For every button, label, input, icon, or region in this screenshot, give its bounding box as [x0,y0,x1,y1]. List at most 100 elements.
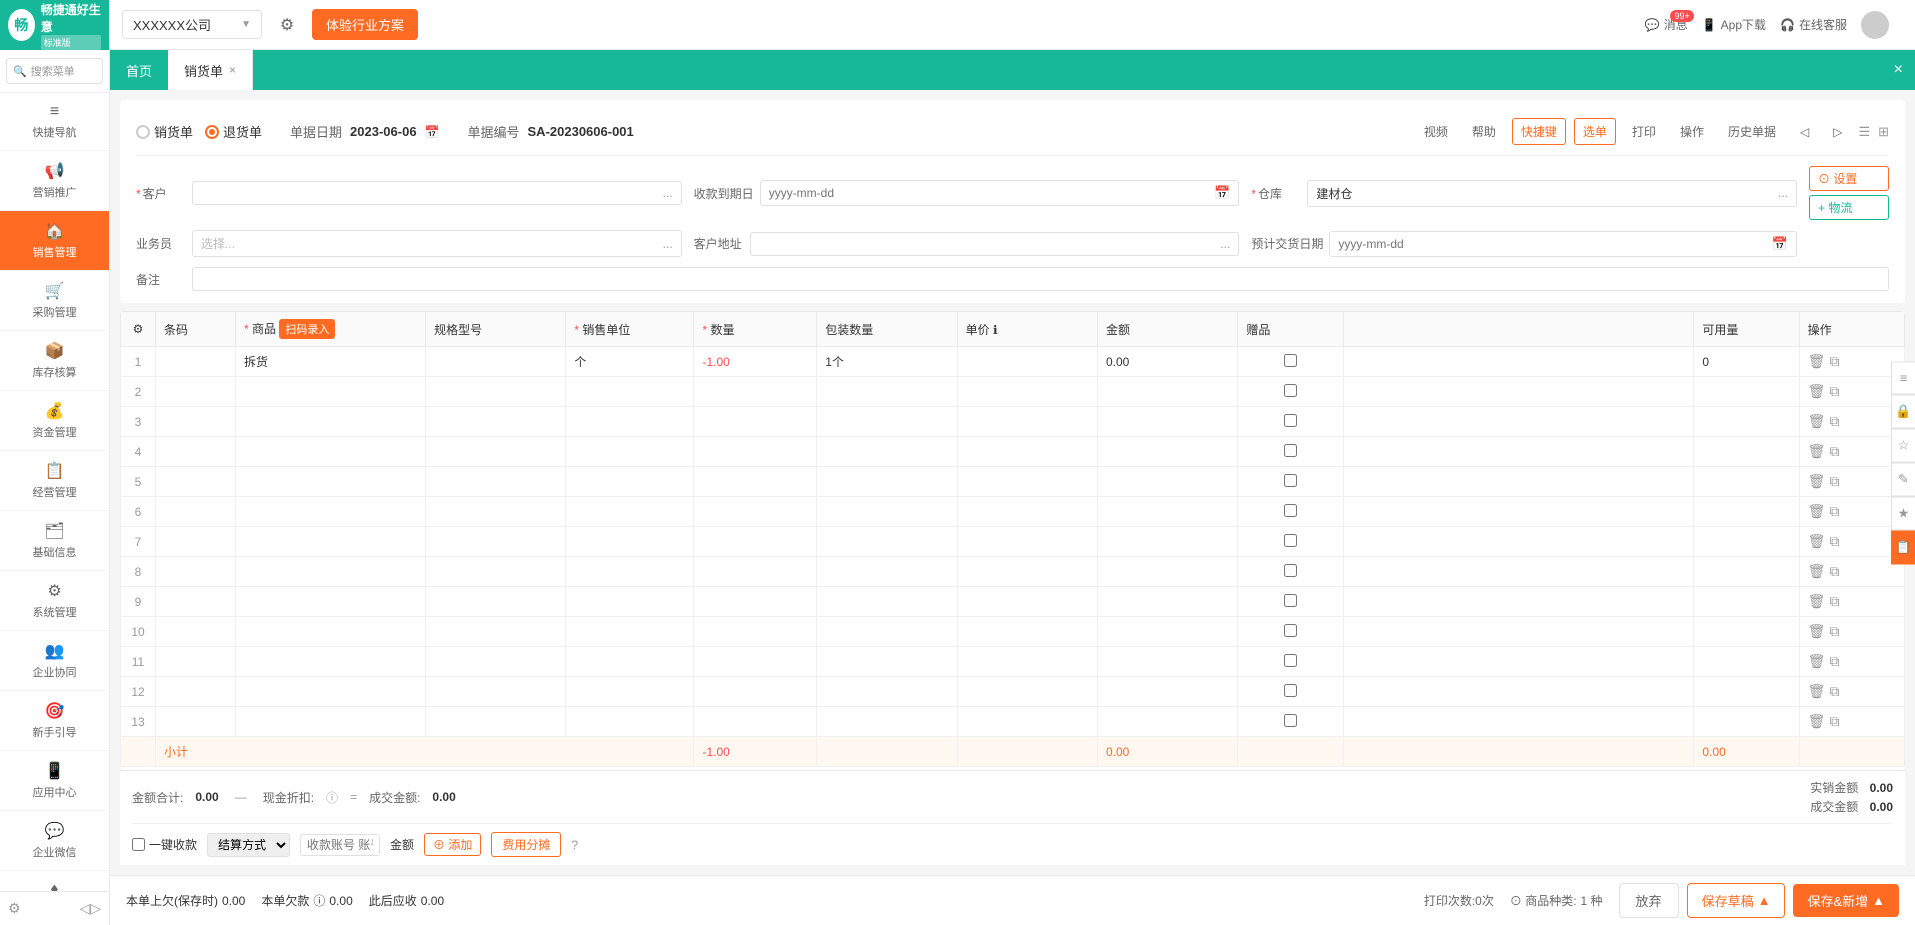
calendar-icon[interactable]: 📅 [425,125,440,139]
global-settings-button[interactable]: ⚙ [272,10,302,40]
row-1-product[interactable]: 拆货 [236,347,426,377]
collapse-button[interactable]: ◁▷ [79,900,101,917]
due-date-calendar-icon[interactable]: 📅 [1214,185,1230,201]
onepay-checkbox[interactable] [132,838,145,851]
ops-button[interactable]: 操作 [1672,119,1712,144]
debt-help-icon[interactable]: ⓘ [313,892,325,909]
row-2-delete-button[interactable]: 🗑 [1808,383,1826,400]
customer-picker-icon[interactable]: ... [663,186,673,200]
row-1-pkgqty[interactable]: 1个 [817,347,957,377]
onepay-checkbox-label[interactable]: 一键收款 [132,836,197,853]
side-tool-1[interactable]: ≡ [1891,361,1915,394]
delivery-date-calendar-icon[interactable]: 📅 [1772,236,1788,252]
row-5-copy-button[interactable]: ⧉ [1829,473,1839,490]
row-1-copy-button[interactable]: ⧉ [1829,353,1839,370]
row-10-copy-button[interactable]: ⧉ [1829,623,1839,640]
save-draft-button[interactable]: 保存草稿 ▲ [1687,883,1786,918]
side-tool-2[interactable]: 🔒 [1891,394,1915,428]
search-menu-button[interactable]: 🔍 搜索菜单 [6,58,103,84]
row-6-copy-button[interactable]: ⧉ [1829,503,1839,520]
row-1-amount[interactable]: 0.00 [1097,347,1237,377]
side-tool-5[interactable]: ★ [1891,496,1915,530]
row-1-gift[interactable] [1238,347,1343,377]
row-3-delete-button[interactable]: 🗑 [1808,413,1826,430]
row-12-delete-button[interactable]: 🗑 [1808,683,1826,700]
side-tool-6[interactable]: 📋 [1891,530,1915,564]
sidebar-item-system[interactable]: ⚙ 系统管理 [0,571,109,631]
online-service-action[interactable]: 🎧 在线客服 [1780,16,1847,33]
print-button[interactable]: 打印 [1624,119,1664,144]
app-download-action[interactable]: 📱 App下载 [1702,16,1766,33]
sales-order-radio[interactable]: 销货单 [136,122,193,141]
save-new-button[interactable]: 保存&新增 ▲ [1793,884,1899,917]
due-date-input[interactable]: 📅 [760,180,1240,206]
sidebar-item-marketing[interactable]: 📢 营销推广 [0,151,109,211]
row-4-copy-button[interactable]: ⧉ [1829,443,1839,460]
sidebar-item-guide[interactable]: 🎯 新手引导 [0,691,109,751]
sidebar-item-member[interactable]: ♦ 畅会员 [0,871,109,891]
pay-account-input[interactable] [300,834,380,856]
delivery-date-text[interactable] [1338,237,1767,251]
row-9-copy-button[interactable]: ⧉ [1829,593,1839,610]
trial-button[interactable]: 体验行业方案 [312,9,418,40]
row-1-qty[interactable]: -1.00 [694,347,817,377]
row-1-price[interactable] [957,347,1097,377]
row-7-gift-checkbox[interactable] [1284,534,1297,547]
view-toggle-grid[interactable]: ⊞ [1878,124,1889,140]
discount-help-icon[interactable]: ⓘ [326,789,338,806]
company-selector[interactable]: XXXXXX公司 ▼ [122,10,262,39]
row-11-gift-checkbox[interactable] [1284,654,1297,667]
add-payment-button[interactable]: ⊕ 添加 [424,833,481,856]
discard-button[interactable]: 放弃 [1619,883,1679,918]
row-2-gift-checkbox[interactable] [1284,384,1297,397]
pay-method-select[interactable]: 结算方式 [207,833,290,857]
help-button[interactable]: 帮助 [1464,119,1504,144]
sidebar-item-appcenter[interactable]: 📱 应用中心 [0,751,109,811]
sidebar-item-sales[interactable]: 🏠 销售管理 [0,211,109,271]
row-1-spec[interactable] [426,347,566,377]
tab-home[interactable]: 首页 [110,50,168,90]
row-7-copy-button[interactable]: ⧉ [1829,533,1839,550]
sidebar-item-purchase[interactable]: 🛒 采购管理 [0,271,109,331]
close-all-tabs-button[interactable]: × [1882,61,1915,79]
row-9-delete-button[interactable]: 🗑 [1808,593,1826,610]
salesperson-input[interactable]: 选择... ... [192,230,682,257]
side-tool-4[interactable]: ✎ [1891,462,1915,496]
row-11-delete-button[interactable]: 🗑 [1808,653,1826,670]
row-1-unit[interactable]: 个 [566,347,694,377]
row-3-gift-checkbox[interactable] [1284,414,1297,427]
warehouse-picker-icon[interactable]: ... [1778,186,1788,200]
row-4-delete-button[interactable]: 🗑 [1808,443,1826,460]
row-2-copy-button[interactable]: ⧉ [1829,383,1839,400]
expense-help-icon[interactable]: ? [571,838,578,852]
video-button[interactable]: 视频 [1416,119,1456,144]
sidebar-item-basicinfo[interactable]: 🗂 基础信息 [0,511,109,571]
row-8-delete-button[interactable]: 🗑 [1808,563,1826,580]
row-1-delete-button[interactable]: 🗑 [1808,353,1826,370]
row-10-gift-checkbox[interactable] [1284,624,1297,637]
delivery-date-input[interactable]: 📅 [1329,231,1797,257]
expense-split-button[interactable]: 费用分摊 [491,832,561,857]
sidebar-item-collab[interactable]: 👥 企业协同 [0,631,109,691]
sidebar-item-quicknav[interactable]: ≡ 快捷导航 [0,93,109,151]
row-6-delete-button[interactable]: 🗑 [1808,503,1826,520]
view-toggle-list[interactable]: ☰ [1858,124,1870,140]
setup-button[interactable]: ⊙ 设置 [1809,166,1889,191]
sidebar-item-inventory[interactable]: 📦 库存核算 [0,331,109,391]
tab-close-icon[interactable]: × [229,63,236,77]
logistics-button[interactable]: + 物流 [1809,195,1889,220]
row-9-gift-checkbox[interactable] [1284,594,1297,607]
shortcut-button[interactable]: 快捷键 [1512,118,1566,145]
customer-input[interactable]: ... [192,181,682,205]
sidebar-item-finance[interactable]: 💰 资金管理 [0,391,109,451]
row-1-barcode[interactable] [156,347,236,377]
settings-footer-button[interactable]: ⚙ [8,900,21,917]
sidebar-item-operations[interactable]: 📋 经营管理 [0,451,109,511]
history-button[interactable]: 历史单据 [1720,119,1784,144]
warehouse-input[interactable]: 建材仓 ... [1307,180,1797,207]
row-12-copy-button[interactable]: ⧉ [1829,683,1839,700]
next-doc-button[interactable]: ▷ [1825,121,1850,143]
row-8-copy-button[interactable]: ⧉ [1829,563,1839,580]
row-13-delete-button[interactable]: 🗑 [1808,713,1826,730]
row-11-copy-button[interactable]: ⧉ [1829,653,1839,670]
